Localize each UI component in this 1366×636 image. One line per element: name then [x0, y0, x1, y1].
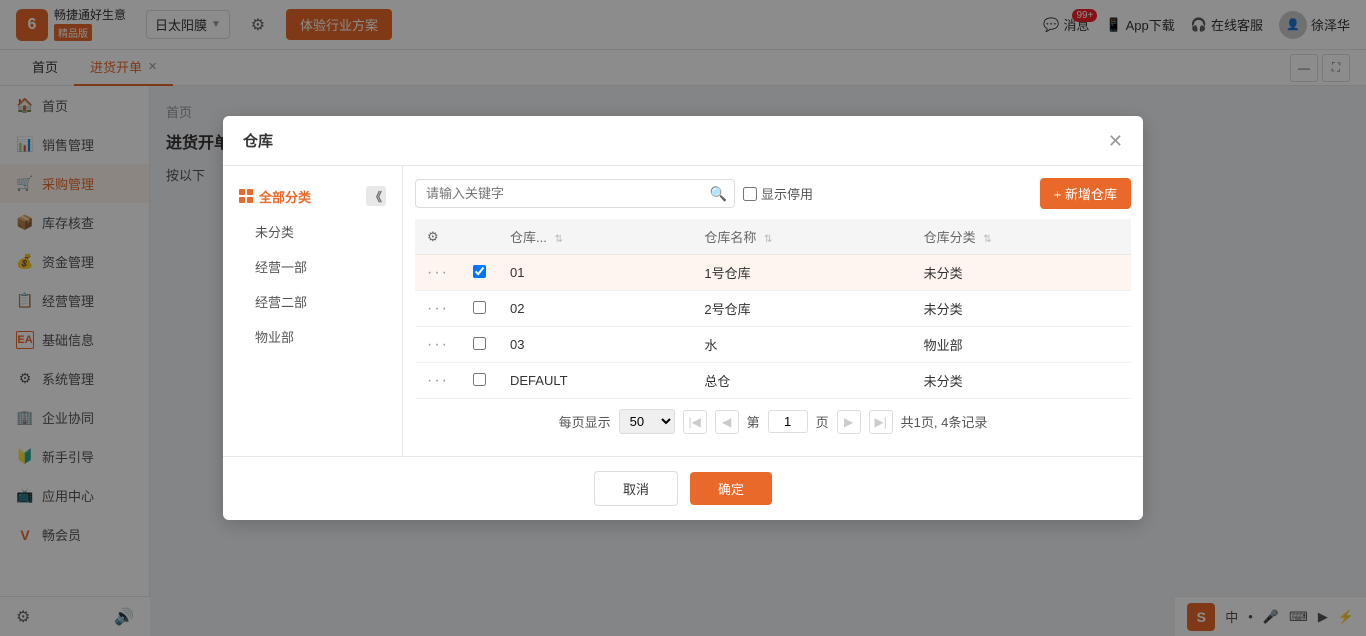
table-header-row: ⚙ 仓库... ⇅ 仓库名称 ⇅ [415, 219, 1131, 255]
table-row[interactable]: ··· 03 水 物业部 [415, 327, 1131, 363]
page-label: 第 [747, 412, 760, 431]
modal-footer: 取消 确定 [223, 456, 1143, 520]
search-wrap: 🔍 [415, 179, 735, 208]
table-wrap: ⚙ 仓库... ⇅ 仓库名称 ⇅ [415, 219, 1131, 399]
row-category: 未分类 [912, 363, 1131, 399]
page-next-button[interactable]: ▶ [837, 410, 861, 434]
category-all-header[interactable]: 全部分类 《 [223, 178, 402, 214]
category-property[interactable]: 物业部 [223, 319, 402, 354]
row-name: 2号仓库 [692, 291, 911, 327]
sort-name-icon: ⇅ [764, 234, 772, 245]
table-row[interactable]: ··· 02 2号仓库 未分类 [415, 291, 1131, 327]
table-body: ··· 01 1号仓库 未分类 ··· 02 2号仓库 未分类 ··· 03 水… [415, 255, 1131, 399]
per-page-label: 每页显示 [559, 412, 611, 431]
row-code: 01 [498, 255, 692, 291]
show-disabled-wrap: 显示停用 [743, 184, 813, 203]
total-info: 共1页, 4条记录 [901, 412, 988, 431]
row-category: 未分类 [912, 291, 1131, 327]
search-icon[interactable]: 🔍 [710, 185, 727, 202]
row-checkbox[interactable] [473, 265, 486, 278]
col-code: 仓库... ⇅ [498, 219, 692, 255]
row-code: DEFAULT [498, 363, 692, 399]
page-number-input[interactable] [768, 410, 808, 433]
category-operations-2[interactable]: 经营二部 [223, 284, 402, 319]
row-checkbox-cell[interactable] [461, 327, 498, 363]
sort-category-icon: ⇅ [983, 234, 991, 245]
modal-header: 仓库 ✕ [223, 116, 1143, 166]
category-ops1-label: 经营一部 [255, 260, 307, 275]
table-row[interactable]: ··· DEFAULT 总仓 未分类 [415, 363, 1131, 399]
row-checkbox[interactable] [473, 373, 486, 386]
pagination: 每页显示 50 100 200 |◀ ◀ 第 页 ▶ ▶| 共1页, 4条记录 [415, 399, 1131, 444]
row-checkbox[interactable] [473, 337, 486, 350]
search-input[interactable] [415, 179, 735, 208]
modal-overlay[interactable]: 仓库 ✕ 全部分类 《 未分类 经营一部 [0, 0, 1366, 636]
row-name: 1号仓库 [692, 255, 911, 291]
add-warehouse-button[interactable]: + 新增仓库 [1040, 178, 1131, 209]
row-code: 03 [498, 327, 692, 363]
table-panel: 🔍 显示停用 + 新增仓库 ⚙ [403, 166, 1143, 456]
table-toolbar: 🔍 显示停用 + 新增仓库 [415, 178, 1131, 209]
col-checkbox [461, 219, 498, 255]
page-last-button[interactable]: ▶| [869, 410, 893, 434]
per-page-select[interactable]: 50 100 200 [619, 409, 675, 434]
row-name: 水 [692, 327, 911, 363]
category-panel: 全部分类 《 未分类 经营一部 经营二部 物业部 [223, 166, 403, 456]
row-checkbox-cell[interactable] [461, 363, 498, 399]
row-checkbox[interactable] [473, 301, 486, 314]
category-all-label: 全部分类 [259, 187, 311, 206]
modal-close-button[interactable]: ✕ [1108, 132, 1123, 150]
row-options: ··· [415, 327, 461, 363]
row-name: 总仓 [692, 363, 911, 399]
warehouse-modal: 仓库 ✕ 全部分类 《 未分类 经营一部 [223, 116, 1143, 520]
page-prev-button[interactable]: ◀ [715, 410, 739, 434]
category-ops2-label: 经营二部 [255, 295, 307, 310]
modal-title: 仓库 [243, 130, 273, 151]
grid-icon [239, 189, 253, 203]
col-name: 仓库名称 ⇅ [692, 219, 911, 255]
col-settings: ⚙ [415, 219, 461, 255]
row-options: ··· [415, 363, 461, 399]
row-options: ··· [415, 255, 461, 291]
col-category: 仓库分类 ⇅ [912, 219, 1131, 255]
page-first-button[interactable]: |◀ [683, 410, 707, 434]
modal-body: 全部分类 《 未分类 经营一部 经营二部 物业部 [223, 166, 1143, 456]
confirm-button[interactable]: 确定 [690, 472, 772, 505]
page-suffix: 页 [816, 412, 829, 431]
category-unclassified-label: 未分类 [255, 225, 294, 240]
row-category: 物业部 [912, 327, 1131, 363]
row-options: ··· [415, 291, 461, 327]
warehouse-table: ⚙ 仓库... ⇅ 仓库名称 ⇅ [415, 219, 1131, 399]
cancel-button[interactable]: 取消 [594, 471, 678, 506]
category-operations-1[interactable]: 经营一部 [223, 249, 402, 284]
category-property-label: 物业部 [255, 330, 294, 345]
row-code: 02 [498, 291, 692, 327]
show-disabled-checkbox[interactable] [743, 187, 757, 201]
row-checkbox-cell[interactable] [461, 291, 498, 327]
collapse-category-button[interactable]: 《 [366, 186, 386, 206]
row-category: 未分类 [912, 255, 1131, 291]
show-disabled-label: 显示停用 [761, 184, 813, 203]
table-row[interactable]: ··· 01 1号仓库 未分类 [415, 255, 1131, 291]
category-unclassified[interactable]: 未分类 [223, 214, 402, 249]
row-checkbox-cell[interactable] [461, 255, 498, 291]
sort-code-icon: ⇅ [554, 234, 562, 245]
